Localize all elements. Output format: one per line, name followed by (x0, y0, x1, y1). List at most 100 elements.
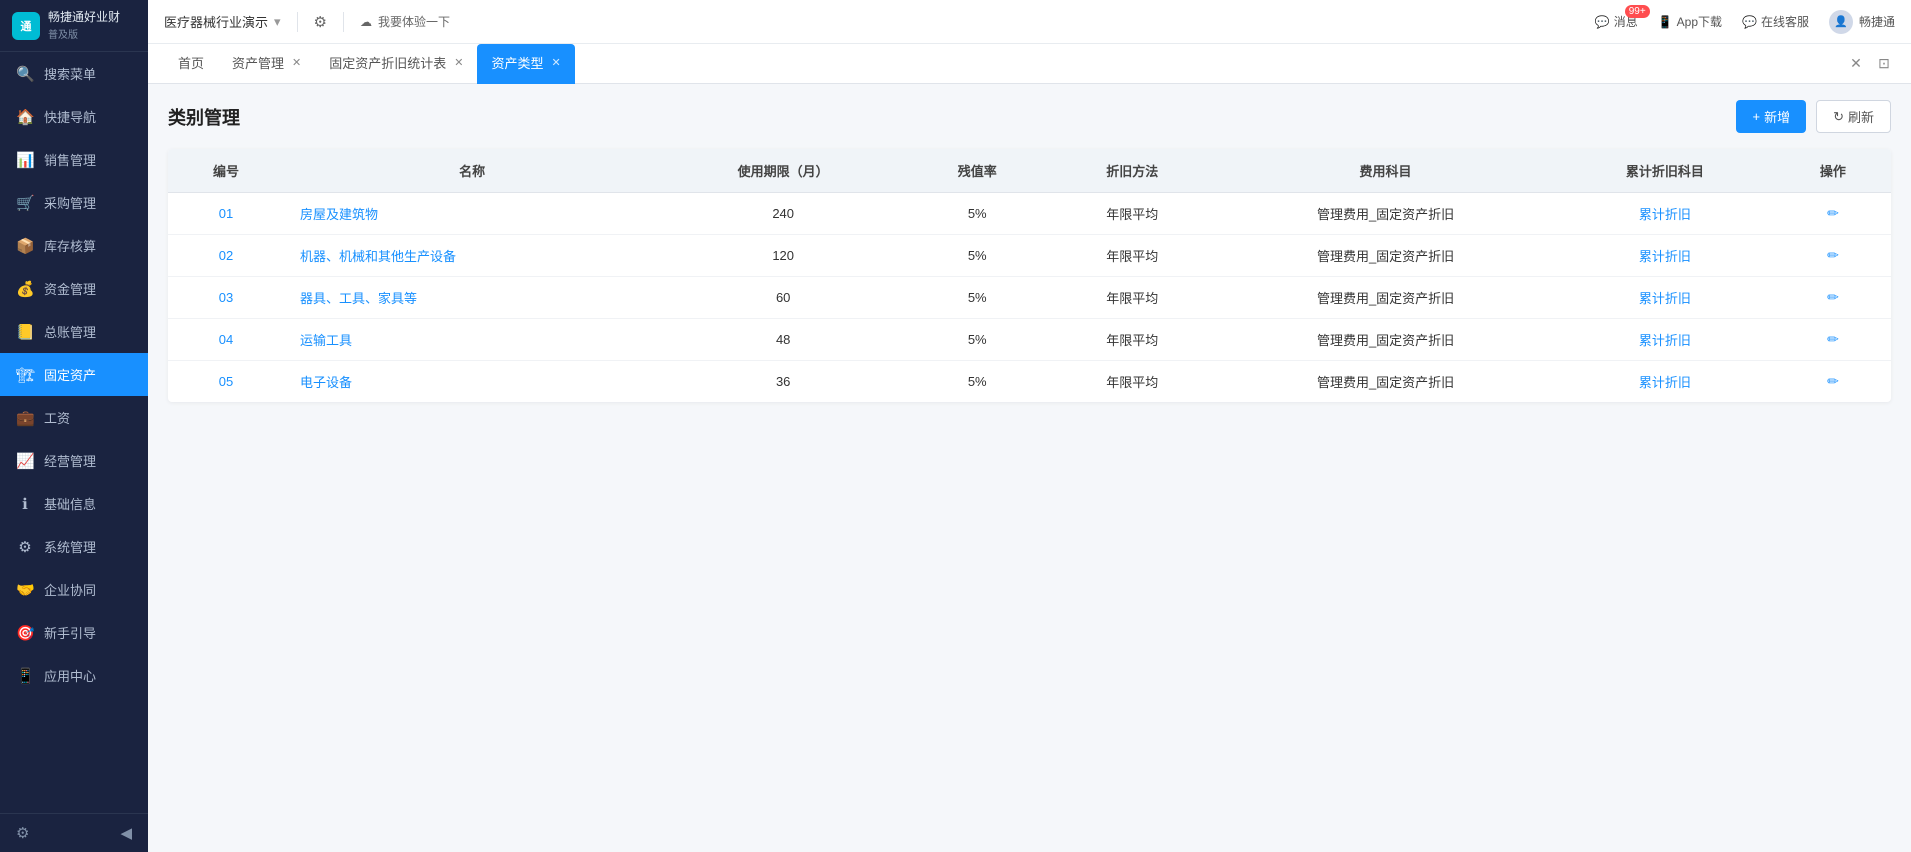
sidebar-item-ledger[interactable]: 📒 总账管理 (0, 310, 148, 353)
sidebar-item-guide[interactable]: 🎯 新手引导 (0, 611, 148, 654)
cell-expense: 管理费用_固定资产折旧 (1216, 277, 1555, 319)
page-title: 类别管理 (168, 104, 240, 130)
sidebar-item-label: 固定资产 (44, 365, 96, 384)
experience-button[interactable]: ☁ 我要体验一下 (360, 13, 450, 30)
cell-action[interactable]: ✏ (1775, 277, 1891, 319)
user-name: 畅捷通 (1859, 13, 1895, 30)
app-version: 普及版 (48, 26, 120, 41)
sidebar-item-enterprise[interactable]: 🤝 企业协同 (0, 568, 148, 611)
cell-period: 240 (660, 193, 906, 235)
cell-id: 05 (168, 361, 284, 403)
cell-action[interactable]: ✏ (1775, 361, 1891, 403)
maximize-window-button[interactable]: ⊡ (1873, 53, 1895, 75)
tab-asset-type-close[interactable]: ✕ (552, 56, 561, 69)
col-accumulated: 累计折旧科目 (1555, 149, 1775, 193)
online-service-button[interactable]: 💬 在线客服 (1742, 13, 1809, 30)
tab-depreciation-stats[interactable]: 固定资产折旧统计表 ✕ (315, 44, 477, 84)
edit-icon[interactable]: ✏ (1827, 247, 1839, 263)
cell-residual: 5% (906, 193, 1048, 235)
cell-id: 04 (168, 319, 284, 361)
cell-accumulated: 累计折旧 (1555, 361, 1775, 403)
salary-icon: 💼 (16, 409, 34, 427)
tab-asset-type[interactable]: 资产类型 ✕ (477, 44, 574, 84)
cell-id: 03 (168, 277, 284, 319)
app-center-icon: 📱 (16, 667, 34, 685)
sidebar-item-inventory[interactable]: 📦 库存核算 (0, 224, 148, 267)
cell-action[interactable]: ✏ (1775, 235, 1891, 277)
cell-residual: 5% (906, 277, 1048, 319)
sidebar-item-label: 库存核算 (44, 236, 96, 255)
topbar-divider-2 (343, 12, 344, 32)
message-icon: 💬 (1595, 15, 1610, 29)
tabs-bar: 首页 资产管理 ✕ 固定资产折旧统计表 ✕ 资产类型 ✕ ✕ ⊡ (148, 44, 1911, 84)
edit-icon[interactable]: ✏ (1827, 205, 1839, 221)
collapse-icon[interactable]: ◀ (120, 824, 132, 842)
sidebar-item-search[interactable]: 🔍 搜索菜单 (0, 52, 148, 95)
sidebar-item-label: 总账管理 (44, 322, 96, 341)
cell-name: 机器、机械和其他生产设备 (284, 235, 660, 277)
sidebar-item-label: 搜索菜单 (44, 64, 96, 83)
sidebar-item-operations[interactable]: 📈 经营管理 (0, 439, 148, 482)
tab-home[interactable]: 首页 (164, 44, 218, 84)
cell-action[interactable]: ✏ (1775, 319, 1891, 361)
refresh-button[interactable]: ↻ 刷新 (1816, 100, 1891, 133)
cell-action[interactable]: ✏ (1775, 193, 1891, 235)
header-actions: + 新增 ↻ 刷新 (1736, 100, 1891, 133)
user-menu[interactable]: 👤 畅捷通 (1829, 10, 1895, 34)
cell-method: 年限平均 (1048, 319, 1216, 361)
sidebar-item-fixed-assets[interactable]: 🏗 固定资产 (0, 353, 148, 396)
topbar: 医疗器械行业演示 ▾ ⚙ ☁ 我要体验一下 💬 消息 99+ 📱 App下载 💬… (148, 0, 1911, 44)
company-selector[interactable]: 医疗器械行业演示 ▾ (164, 12, 281, 31)
cell-id: 02 (168, 235, 284, 277)
sidebar-item-app-center[interactable]: 📱 应用中心 (0, 654, 148, 697)
sidebar-item-base-info[interactable]: ℹ 基础信息 (0, 482, 148, 525)
close-window-button[interactable]: ✕ (1845, 53, 1867, 75)
content-area: 类别管理 + 新增 ↻ 刷新 编号 名称 使用期限（月） (148, 84, 1911, 852)
sidebar-item-system[interactable]: ⚙ 系统管理 (0, 525, 148, 568)
window-controls: ✕ ⊡ (1845, 53, 1895, 75)
sidebar-item-fund[interactable]: 💰 资金管理 (0, 267, 148, 310)
cell-accumulated: 累计折旧 (1555, 319, 1775, 361)
message-button[interactable]: 💬 消息 99+ (1595, 13, 1638, 30)
enterprise-icon: 🤝 (16, 581, 34, 599)
cell-name: 电子设备 (284, 361, 660, 403)
tab-asset-management[interactable]: 资产管理 ✕ (218, 44, 315, 84)
tab-depreciation-stats-label: 固定资产折旧统计表 (329, 53, 446, 72)
cell-expense: 管理费用_固定资产折旧 (1216, 193, 1555, 235)
sidebar-item-sales[interactable]: 📊 销售管理 (0, 138, 148, 181)
cell-accumulated: 累计折旧 (1555, 235, 1775, 277)
edit-icon[interactable]: ✏ (1827, 331, 1839, 347)
sales-icon: 📊 (16, 151, 34, 169)
table-row: 04 运输工具 48 5% 年限平均 管理费用_固定资产折旧 累计折旧 ✏ (168, 319, 1891, 361)
avatar: 👤 (1829, 10, 1853, 34)
tab-asset-type-label: 资产类型 (491, 53, 543, 72)
experience-icon: ☁ (360, 15, 372, 29)
add-button[interactable]: + 新增 (1736, 100, 1806, 133)
sidebar-item-quick-nav[interactable]: 🏠 快捷导航 (0, 95, 148, 138)
tab-depreciation-stats-close[interactable]: ✕ (454, 56, 463, 69)
sidebar-item-purchase[interactable]: 🛒 采购管理 (0, 181, 148, 224)
app-download-button[interactable]: 📱 App下载 (1658, 13, 1722, 30)
edit-icon[interactable]: ✏ (1827, 289, 1839, 305)
cell-name: 房屋及建筑物 (284, 193, 660, 235)
refresh-label: 刷新 (1848, 107, 1874, 126)
cell-method: 年限平均 (1048, 277, 1216, 319)
sidebar-item-label: 应用中心 (44, 666, 96, 685)
table-row: 01 房屋及建筑物 240 5% 年限平均 管理费用_固定资产折旧 累计折旧 ✏ (168, 193, 1891, 235)
sidebar-item-salary[interactable]: 💼 工资 (0, 396, 148, 439)
sidebar-item-label: 基础信息 (44, 494, 96, 513)
edit-icon[interactable]: ✏ (1827, 373, 1839, 389)
settings-icon[interactable]: ⚙ (314, 13, 327, 31)
cell-name: 器具、工具、家具等 (284, 277, 660, 319)
sidebar-item-label: 新手引导 (44, 623, 96, 642)
dropdown-icon: ▾ (274, 14, 281, 30)
app-download-label: App下载 (1677, 13, 1722, 30)
tab-asset-management-close[interactable]: ✕ (292, 56, 301, 69)
cell-period: 120 (660, 235, 906, 277)
cell-residual: 5% (906, 319, 1048, 361)
sidebar-footer: ⚙ ◀ (0, 813, 148, 852)
online-service-label: 在线客服 (1761, 13, 1809, 30)
settings-footer-icon[interactable]: ⚙ (16, 824, 29, 842)
cell-expense: 管理费用_固定资产折旧 (1216, 235, 1555, 277)
guide-icon: 🎯 (16, 624, 34, 642)
